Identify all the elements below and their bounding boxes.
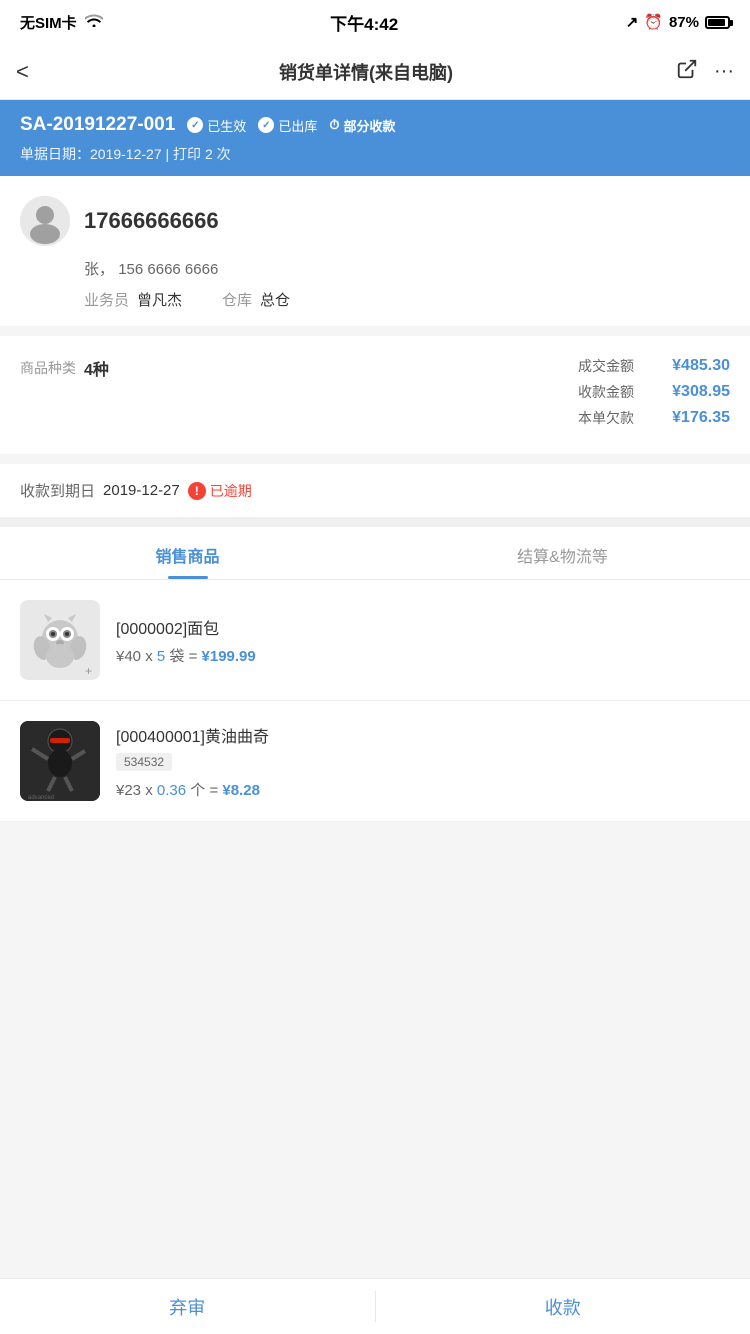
due-date-label: 收款到期日 bbox=[20, 480, 95, 501]
page-title: 销货单详情(来自电脑) bbox=[279, 59, 453, 85]
deal-amount-label: 成交金额 bbox=[578, 356, 634, 376]
product-qty-2: 0.36 bbox=[157, 782, 186, 799]
product-info-2: [000400001]黄油曲奇 534532 ¥23 x 0.36 个 = ¥8… bbox=[116, 723, 730, 800]
status-left: 无SIM卡 bbox=[20, 12, 103, 33]
product-item-1: + [0000002]面包 ¥40 x 5 袋 = ¥199.99 bbox=[0, 580, 750, 701]
debt-amount-value: ¥176.35 bbox=[650, 409, 730, 427]
svg-text:+: + bbox=[85, 664, 92, 678]
order-id-row: SA-20191227-001 ✓ 已生效 ✓ 已出库 ⏱ 部分收款 bbox=[20, 114, 730, 136]
back-button[interactable]: < bbox=[16, 59, 56, 85]
more-button[interactable]: ··· bbox=[714, 60, 734, 83]
header-banner: SA-20191227-001 ✓ 已生效 ✓ 已出库 ⏱ 部分收款 单据日期：… bbox=[0, 100, 750, 176]
order-id: SA-20191227-001 bbox=[20, 114, 175, 136]
status-badge-partial: ⏱ 部分收款 bbox=[329, 116, 395, 135]
product-price-1: ¥40 x 5 袋 = ¥199.99 bbox=[116, 645, 730, 666]
tab-sales-products[interactable]: 销售商品 bbox=[0, 527, 375, 579]
status-time: 下午4:42 bbox=[330, 10, 398, 35]
share-button[interactable] bbox=[676, 58, 698, 86]
tab-bar: 销售商品 结算&物流等 bbox=[0, 527, 750, 580]
section-divider bbox=[0, 517, 750, 527]
product-total-1: ¥199.99 bbox=[202, 648, 256, 665]
sales-rep-item: 业务员 曾凡杰 bbox=[84, 289, 182, 310]
product-info-1: [0000002]面包 ¥40 x 5 袋 = ¥199.99 bbox=[116, 615, 730, 666]
check-icon-2: ✓ bbox=[258, 117, 274, 133]
customer-info: 张， 156 6666 6666 bbox=[20, 258, 730, 279]
deal-amount-row: 成交金额 ¥485.30 bbox=[578, 356, 730, 376]
check-icon-1: ✓ bbox=[187, 117, 203, 133]
summary-card: 商品种类 4种 成交金额 ¥485.30 收款金额 ¥308.95 本单欠款 ¥… bbox=[0, 336, 750, 454]
status-right: ↗ ⏰ 87% bbox=[626, 13, 730, 31]
received-amount-label: 收款金额 bbox=[578, 382, 634, 402]
nav-actions: ··· bbox=[676, 58, 734, 86]
product-item-2: advanced [000400001]黄油曲奇 534532 ¥23 x 0.… bbox=[0, 701, 750, 822]
overdue-icon: ! bbox=[188, 482, 206, 500]
status-badge-shipped: ✓ 已出库 bbox=[258, 116, 317, 135]
due-date-card: 收款到期日 2019-12-27 ! 已逾期 bbox=[0, 464, 750, 517]
customer-card: 17666666666 张， 156 6666 6666 业务员 曾凡杰 仓库 … bbox=[0, 176, 750, 326]
product-name-1: [0000002]面包 bbox=[116, 615, 730, 639]
header-date-row: 单据日期：2019-12-27 | 打印 2 次 bbox=[20, 144, 730, 164]
overdue-badge: ! 已逾期 bbox=[188, 481, 252, 501]
wifi-icon bbox=[85, 13, 103, 31]
product-type-count: 4种 bbox=[84, 356, 109, 380]
location-icon: ↗ bbox=[626, 13, 639, 31]
product-qty-1: 5 bbox=[157, 648, 165, 665]
status-badge-effective: ✓ 已生效 bbox=[187, 116, 246, 135]
product-name-2: [000400001]黄油曲奇 bbox=[116, 723, 730, 747]
product-total-2: ¥8.28 bbox=[222, 782, 260, 799]
warehouse-value: 总仓 bbox=[260, 289, 290, 310]
warehouse-label: 仓库 bbox=[222, 289, 252, 310]
summary-right: 成交金额 ¥485.30 收款金额 ¥308.95 本单欠款 ¥176.35 bbox=[578, 356, 730, 434]
cancel-button[interactable]: 弃审 bbox=[0, 1279, 375, 1334]
product-type-label: 商品种类 bbox=[20, 358, 76, 378]
debt-amount-row: 本单欠款 ¥176.35 bbox=[578, 408, 730, 428]
customer-row: 17666666666 bbox=[20, 196, 730, 246]
summary-row: 商品种类 4种 成交金额 ¥485.30 收款金额 ¥308.95 本单欠款 ¥… bbox=[20, 356, 730, 434]
customer-name: 17666666666 bbox=[84, 208, 219, 234]
status-bar: 无SIM卡 下午4:42 ↗ ⏰ 87% bbox=[0, 0, 750, 44]
sales-rep-value: 曾凡杰 bbox=[137, 289, 182, 310]
clock-icon: ⏱ bbox=[329, 117, 339, 133]
product-thumb-2: advanced bbox=[20, 721, 100, 801]
avatar bbox=[20, 196, 70, 246]
debt-amount-label: 本单欠款 bbox=[578, 408, 634, 428]
product-list: + [0000002]面包 ¥40 x 5 袋 = ¥199.99 bbox=[0, 580, 750, 822]
product-thumb-1: + bbox=[20, 600, 100, 680]
warehouse-item: 仓库 总仓 bbox=[222, 289, 290, 310]
confirm-button[interactable]: 收款 bbox=[376, 1279, 750, 1334]
product-type-row: 商品种类 4种 bbox=[20, 356, 109, 380]
nav-bar: < 销货单详情(来自电脑) ··· bbox=[0, 44, 750, 100]
alarm-icon: ⏰ bbox=[644, 13, 663, 31]
product-price-2: ¥23 x 0.36 个 = ¥8.28 bbox=[116, 779, 730, 800]
summary-left: 商品种类 4种 bbox=[20, 356, 109, 380]
received-amount-value: ¥308.95 bbox=[650, 383, 730, 401]
deal-amount-value: ¥485.30 bbox=[650, 357, 730, 375]
sales-rep-label: 业务员 bbox=[84, 289, 129, 310]
bottom-bar: 弃审 收款 bbox=[0, 1278, 750, 1334]
due-date-value: 2019-12-27 bbox=[103, 482, 180, 499]
customer-meta: 业务员 曾凡杰 仓库 总仓 bbox=[20, 289, 730, 310]
received-amount-row: 收款金额 ¥308.95 bbox=[578, 382, 730, 402]
carrier-label: 无SIM卡 bbox=[20, 12, 77, 33]
tab-settlement[interactable]: 结算&物流等 bbox=[375, 527, 750, 579]
svg-text:advanced: advanced bbox=[28, 795, 54, 801]
overdue-text: 已逾期 bbox=[210, 481, 252, 501]
battery-label: 87% bbox=[669, 14, 699, 31]
battery-icon bbox=[705, 16, 730, 29]
product-sku-2: 534532 bbox=[116, 753, 172, 771]
